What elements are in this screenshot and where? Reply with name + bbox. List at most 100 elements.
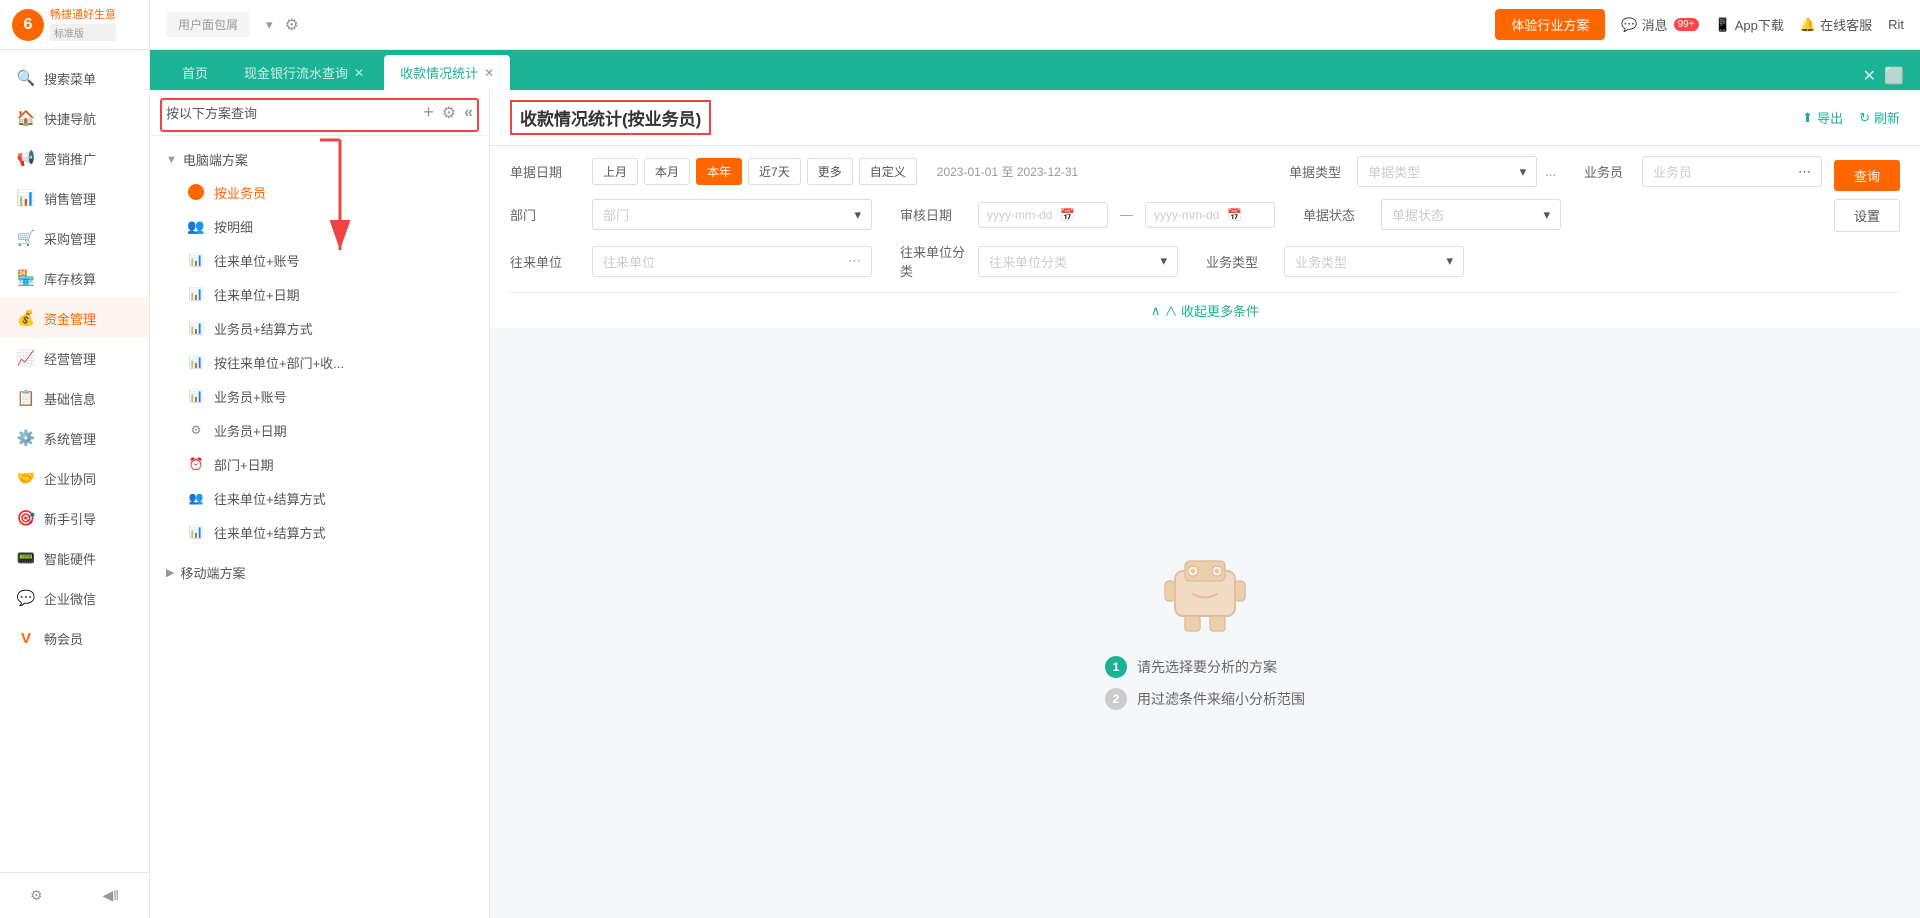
message-action[interactable]: 💬 消息 99+ [1621, 15, 1698, 34]
collapse-panel-btn[interactable]: « [464, 104, 473, 122]
tab-bank-flow-close[interactable]: ✕ [354, 66, 364, 80]
main-area: 用户面包屑 ▾ ⚙ 体验行业方案 💬 消息 99+ 📱 App下载 🔔 在线客服… [150, 0, 1920, 918]
counterpart-category-select[interactable]: 往来单位分类 ▾ [978, 246, 1178, 277]
date-btn-7days[interactable]: 近7天 [748, 158, 801, 185]
scheme-item-dept-date[interactable]: ⏰ 部门+日期 [150, 447, 489, 481]
sidebar-item-finance[interactable]: 💰 资金管理 [0, 298, 149, 338]
scheme-item-salesperson-account[interactable]: 📊 业务员+账号 [150, 379, 489, 413]
scheme-item-by-detail[interactable]: 👥 按明细 [150, 209, 489, 243]
tab-home[interactable]: 首页 [166, 55, 224, 90]
sidebar-item-inventory[interactable]: 🏪 库存核算 [0, 258, 149, 298]
sidebar-item-wechat[interactable]: 💬 企业微信 [0, 578, 149, 618]
sidebar-item-operations[interactable]: 📈 经营管理 [0, 338, 149, 378]
left-panel-title: 按以下方案查询 [166, 103, 257, 122]
logo-name: 畅捷通好生意 [50, 8, 116, 22]
scheme-item-unit-settlement1[interactable]: 👥 往来单位+结算方式 [150, 481, 489, 515]
scheme-item-unit-account[interactable]: 📊 往来单位+账号 [150, 243, 489, 277]
salesperson-select[interactable]: 业务员 ⋯ [1642, 156, 1822, 187]
scheme-item-salesperson-settlement[interactable]: 📊 业务员+结算方式 [150, 311, 489, 345]
scheme-item-by-salesperson[interactable]: 按业务员 [150, 175, 489, 209]
voucher-type-group: 单据类型 单据类型 ▾ ... [1289, 156, 1556, 187]
sidebar-item-label: 销售管理 [44, 189, 96, 208]
query-button[interactable]: 查询 [1834, 160, 1900, 191]
mobile-group-header[interactable]: ▶ 移动端方案 [150, 557, 489, 588]
page-header: 收款情况统计(按业务员) ⬆ 导出 ↻ 刷新 [490, 90, 1920, 146]
collapse-sidebar-btn[interactable]: ◀‖ [96, 881, 125, 910]
counterpart-category-chevron-icon: ▾ [1160, 253, 1167, 269]
salesperson-settlement-icon: 📊 [186, 318, 206, 338]
sidebar-item-enterprise[interactable]: 🤝 企业协同 [0, 458, 149, 498]
tab-maximize-icon[interactable]: ⬜ [1884, 66, 1904, 86]
tab-bar-right: ✕ ⬜ [1863, 66, 1904, 90]
settings-bottom-btn[interactable]: ⚙ [24, 881, 49, 910]
sidebar-item-member[interactable]: V 畅会员 [0, 618, 149, 658]
sidebar-item-guide[interactable]: 🎯 新手引导 [0, 498, 149, 538]
review-date-label: 审核日期 [900, 205, 970, 224]
tab-bank-flow[interactable]: 现金银行流水查询 ✕ [228, 55, 380, 90]
date-btn-more[interactable]: 更多 [807, 158, 853, 185]
counterpart-select[interactable]: 往来单位 ⋯ [592, 246, 872, 277]
review-date-group: 审核日期 yyyy-mm-dd 📅 — yyyy-mm-dd 📅 [900, 202, 1275, 228]
refresh-label: 刷新 [1874, 108, 1900, 127]
tab-close-all-icon[interactable]: ✕ [1863, 66, 1876, 86]
collapse-conditions-bar[interactable]: ∧ ∧ 收起更多条件 [510, 292, 1900, 328]
date-btn-custom[interactable]: 自定义 [859, 158, 917, 185]
business-type-label: 业务类型 [1206, 252, 1276, 271]
voucher-status-select[interactable]: 单据状态 ▾ [1381, 199, 1561, 230]
header-gear-icon[interactable]: ⚙ [285, 15, 299, 35]
filter-section: 单据日期 上月 本月 本年 近7天 更多 自定义 2023-01-01 至 20… [490, 146, 1920, 328]
sidebar-item-sales[interactable]: 📊 销售管理 [0, 178, 149, 218]
salesperson-value: 业务员 [1653, 162, 1692, 181]
review-date-end-input[interactable]: yyyy-mm-dd 📅 [1145, 202, 1275, 228]
date-btn-this-year[interactable]: 本年 [696, 158, 742, 185]
scheme-item-salesperson-date[interactable]: ⚙ 业务员+日期 [150, 413, 489, 447]
user-action[interactable]: Rit [1888, 17, 1904, 32]
business-type-value: 业务类型 [1295, 252, 1347, 271]
empty-illustration [1155, 536, 1255, 636]
settings-button[interactable]: 设置 [1834, 199, 1900, 232]
header-dropdown-icon[interactable]: ▾ [266, 17, 273, 33]
app-download-action[interactable]: 📱 App下载 [1715, 15, 1784, 34]
sidebar-item-basic-info[interactable]: 📋 基础信息 [0, 378, 149, 418]
page-actions: ⬆ 导出 ↻ 刷新 [1802, 108, 1900, 127]
sidebar-item-smart-hw[interactable]: 📟 智能硬件 [0, 538, 149, 578]
date-btn-group: 上月 本月 本年 近7天 更多 自定义 [592, 158, 917, 185]
sidebar-item-system[interactable]: ⚙️ 系统管理 [0, 418, 149, 458]
scheme-item-unit-dept-receive[interactable]: 📊 按往来单位+部门+收... [150, 345, 489, 379]
business-type-select[interactable]: 业务类型 ▾ [1284, 246, 1464, 277]
sidebar-item-label: 企业协同 [44, 469, 96, 488]
date-btn-this-month[interactable]: 本月 [644, 158, 690, 185]
scheme-item-label: 往来单位+账号 [214, 251, 473, 270]
online-service-action[interactable]: 🔔 在线客服 [1800, 15, 1872, 34]
unit-account-icon: 📊 [186, 250, 206, 270]
page-title-wrapper: 收款情况统计(按业务员) [510, 100, 711, 135]
sidebar-item-quick-nav[interactable]: 🏠 快捷导航 [0, 98, 149, 138]
unit-date-icon: 📊 [186, 284, 206, 304]
export-button[interactable]: ⬆ 导出 [1802, 108, 1843, 127]
sidebar-item-marketing[interactable]: 📢 营销推广 [0, 138, 149, 178]
scheme-settings-btn[interactable]: ⚙ [442, 103, 456, 123]
scheme-item-unit-date[interactable]: 📊 往来单位+日期 [150, 277, 489, 311]
empty-steps: 1 请先选择要分析的方案 2 用过滤条件来缩小分析范围 [1105, 656, 1305, 710]
sidebar-item-search-menu[interactable]: 🔍 搜索菜单 [0, 58, 149, 98]
sidebar-item-purchase[interactable]: 🛒 采购管理 [0, 218, 149, 258]
refresh-button[interactable]: ↻ 刷新 [1859, 108, 1900, 127]
voucher-type-select[interactable]: 单据类型 ▾ [1357, 156, 1537, 187]
desktop-group-header[interactable]: ▼ 电脑端方案 [150, 144, 489, 175]
voucher-status-chevron-icon: ▾ [1543, 207, 1550, 223]
scheme-item-label: 往来单位+日期 [214, 285, 473, 304]
date-btn-last-month[interactable]: 上月 [592, 158, 638, 185]
detail-scheme-icon: 👥 [186, 216, 206, 236]
search-menu-icon: 🔍 [16, 68, 36, 88]
add-scheme-btn[interactable]: + [423, 102, 434, 123]
dept-select[interactable]: 部门 ▾ [592, 199, 872, 230]
top-header: 用户面包屑 ▾ ⚙ 体验行业方案 💬 消息 99+ 📱 App下载 🔔 在线客服… [150, 0, 1920, 50]
tab-receipt-stats-close[interactable]: ✕ [484, 66, 494, 80]
sidebar-item-label: 基础信息 [44, 389, 96, 408]
message-badge: 99+ [1674, 18, 1699, 31]
trial-button[interactable]: 体验行业方案 [1495, 9, 1605, 40]
review-date-start-input[interactable]: yyyy-mm-dd 📅 [978, 202, 1108, 228]
more-dots-icon[interactable]: ... [1545, 164, 1556, 179]
tab-receipt-stats[interactable]: 收款情况统计 ✕ [384, 55, 510, 90]
scheme-item-unit-settlement2[interactable]: 📊 往来单位+结算方式 [150, 515, 489, 549]
